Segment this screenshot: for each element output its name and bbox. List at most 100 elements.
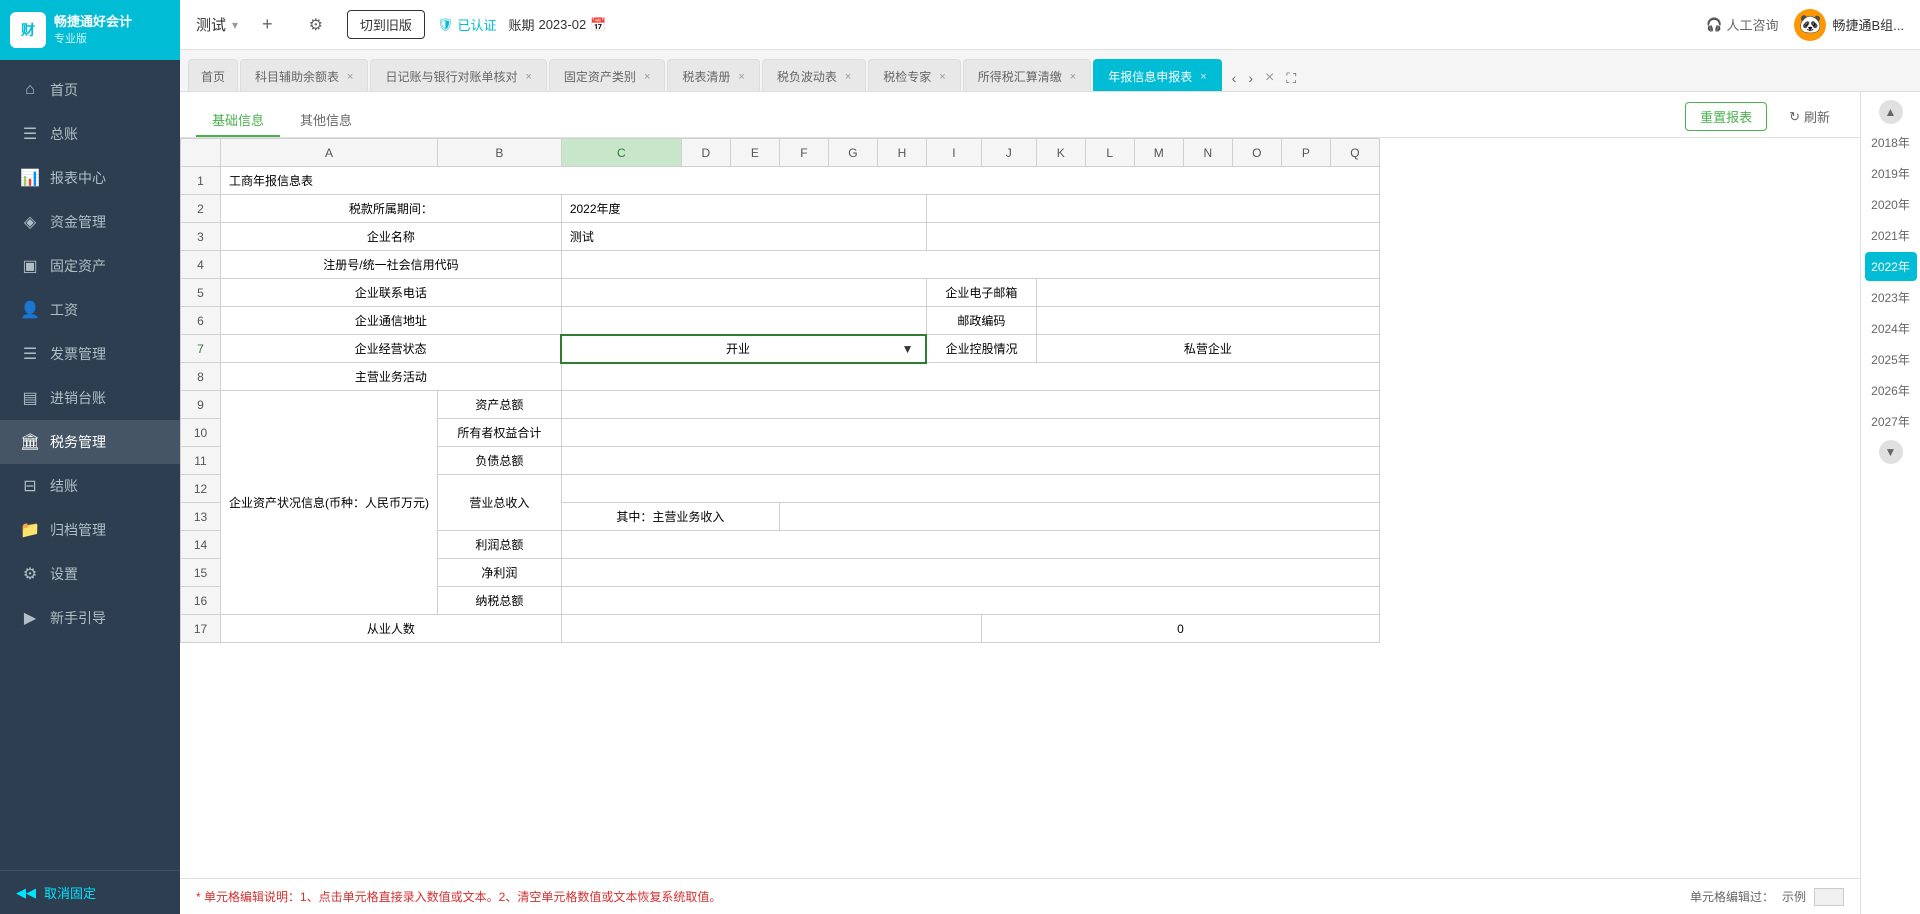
year-2025[interactable]: 2025年: [1865, 345, 1917, 374]
panel-scroll-down[interactable]: ▼: [1879, 440, 1903, 464]
app-name: 畅捷通好会计: [54, 14, 132, 31]
calendar-icon[interactable]: 📅: [590, 17, 606, 33]
dropdown-value: 开业: [574, 340, 901, 357]
tab-taxcheck-close[interactable]: ×: [939, 71, 945, 83]
year-2018[interactable]: 2018年: [1865, 128, 1917, 157]
headset-icon: 🎧: [1706, 17, 1722, 33]
cell-11-value[interactable]: [561, 447, 1379, 475]
sidebar-item-asset[interactable]: ▣ 固定资产: [0, 244, 180, 288]
sidebar-item-invoice[interactable]: ☰ 发票管理: [0, 332, 180, 376]
tab-aux-close[interactable]: ×: [347, 71, 353, 83]
tab-aux[interactable]: 科目辅助余额表 ×: [240, 59, 368, 91]
sidebar-item-inout-label: 进销台账: [50, 388, 106, 408]
subtab-basic[interactable]: 基础信息: [196, 104, 280, 137]
cell-9-value[interactable]: [561, 391, 1379, 419]
cell-10-value[interactable]: [561, 419, 1379, 447]
sidebar-item-tax[interactable]: 🏛 税务管理: [0, 420, 180, 464]
table-row: 2 税款所属期间： 2022年度: [181, 195, 1380, 223]
user-menu[interactable]: 🐼 畅捷通B组...: [1794, 9, 1904, 41]
tab-taxform-close[interactable]: ×: [738, 71, 744, 83]
sidebar-item-settings[interactable]: ⚙ 设置: [0, 552, 180, 596]
tab-taxcheck-label: 税检专家: [883, 68, 931, 85]
dropdown-icon[interactable]: ▾: [232, 18, 238, 32]
table-title[interactable]: 工商年报信息表: [221, 167, 1380, 195]
cell-7-value-right[interactable]: 私营企业: [1036, 335, 1379, 363]
cell-3-empty[interactable]: [926, 223, 1379, 251]
service-button[interactable]: 🎧 人工咨询: [1706, 15, 1778, 34]
cell-15-value[interactable]: [561, 559, 1379, 587]
tab-yearreport-close[interactable]: ×: [1200, 71, 1206, 83]
cell-16-value[interactable]: [561, 587, 1379, 615]
tab-prev-button[interactable]: ‹: [1228, 66, 1241, 90]
cell-6-value-left[interactable]: [561, 307, 926, 335]
tab-asset-close[interactable]: ×: [644, 71, 650, 83]
cell-6-label-right: 邮政编码: [926, 307, 1036, 335]
cell-6-value-right[interactable]: [1036, 307, 1379, 335]
certified-badge: 🛡 已认证: [437, 15, 497, 34]
cell-2-empty[interactable]: [926, 195, 1379, 223]
sidebar-item-wage-label: 工资: [50, 300, 78, 320]
tab-next-button[interactable]: ›: [1244, 66, 1257, 90]
tab-incometax[interactable]: 所得税汇算清缴 ×: [963, 59, 1091, 91]
cell-5-value-right[interactable]: [1036, 279, 1379, 307]
tab-expand-button[interactable]: ⛶: [1282, 66, 1300, 91]
tab-incometax-close[interactable]: ×: [1070, 71, 1076, 83]
cell-5-value-left[interactable]: [561, 279, 926, 307]
year-2026[interactable]: 2026年: [1865, 376, 1917, 405]
sidebar-item-ledger[interactable]: ☰ 总账: [0, 112, 180, 156]
statusbar: * 单元格编辑说明：1、点击单元格直接录入数值或文本。2、清空单元格数值或文本恢…: [180, 878, 1860, 914]
reset-button[interactable]: 重置报表: [1685, 102, 1767, 131]
sidebar-item-ledger-label: 总账: [50, 124, 78, 144]
tab-taxwave[interactable]: 税负波动表 ×: [762, 59, 866, 91]
tab-journal[interactable]: 日记账与银行对账单核对 ×: [370, 59, 546, 91]
sidebar-item-inout[interactable]: ▤ 进销台账: [0, 376, 180, 420]
year-2022[interactable]: 2022年: [1865, 252, 1917, 281]
sheet-table-wrapper[interactable]: A B C D E F G H I J K L M: [180, 138, 1860, 878]
add-button[interactable]: +: [250, 10, 285, 39]
cell-13-value[interactable]: [779, 503, 1379, 531]
tab-asset[interactable]: 固定资产类别 ×: [549, 59, 665, 91]
year-2019[interactable]: 2019年: [1865, 159, 1917, 188]
sidebar-item-settings-label: 设置: [50, 564, 78, 584]
year-2027[interactable]: 2027年: [1865, 407, 1917, 436]
cell-14-value[interactable]: [561, 531, 1379, 559]
table-row: 4 注册号/统一社会信用代码: [181, 251, 1380, 279]
statusbar-right: 单元格编辑过： 示例: [1690, 888, 1844, 906]
tab-taxcheck[interactable]: 税检专家 ×: [868, 59, 960, 91]
year-2020[interactable]: 2020年: [1865, 190, 1917, 219]
sidebar-item-guide[interactable]: ▶ 新手引导: [0, 596, 180, 640]
period-value: 2023-02: [538, 17, 586, 32]
cell-4-value[interactable]: [561, 251, 1379, 279]
sidebar-item-wage[interactable]: 👤 工资: [0, 288, 180, 332]
refresh-button[interactable]: ↻ 刷新: [1775, 103, 1844, 130]
tab-home[interactable]: 首页: [188, 59, 238, 91]
sidebar-item-archive[interactable]: 📁 归档管理: [0, 508, 180, 552]
table-row: 8 主营业务活动: [181, 363, 1380, 391]
sidebar-item-report[interactable]: 📊 报表中心: [0, 156, 180, 200]
cell-17-value-right[interactable]: 0: [981, 615, 1379, 643]
year-2023[interactable]: 2023年: [1865, 283, 1917, 312]
tab-yearreport[interactable]: 年报信息申报表 ×: [1093, 59, 1221, 91]
year-2021[interactable]: 2021年: [1865, 221, 1917, 250]
cell-2-value[interactable]: 2022年度: [561, 195, 926, 223]
sidebar-item-home[interactable]: ⌂ 首页: [0, 68, 180, 112]
tab-close-all-button[interactable]: ×: [1261, 65, 1278, 91]
settings-button[interactable]: ⚙: [297, 11, 335, 39]
tab-taxform[interactable]: 税表清册 ×: [667, 59, 759, 91]
tab-taxwave-close[interactable]: ×: [845, 71, 851, 83]
cell-12-value[interactable]: [561, 475, 1379, 503]
cell-3-value[interactable]: 测试: [561, 223, 926, 251]
subtab-other[interactable]: 其他信息: [284, 104, 368, 137]
cell-17-value-left[interactable]: [561, 615, 981, 643]
tab-journal-close[interactable]: ×: [525, 71, 531, 83]
cell-7-dropdown[interactable]: 开业 ▼: [561, 335, 926, 363]
sidebar-item-fund[interactable]: ◈ 资金管理: [0, 200, 180, 244]
sidebar-item-close[interactable]: ⊟ 结账: [0, 464, 180, 508]
cell-8-value[interactable]: [561, 363, 1379, 391]
year-2024[interactable]: 2024年: [1865, 314, 1917, 343]
old-version-button[interactable]: 切到旧版: [347, 10, 425, 39]
sidebar-item-home-label: 首页: [50, 80, 78, 100]
panel-scroll-up[interactable]: ▲: [1879, 100, 1903, 124]
table-row: 1 工商年报信息表: [181, 167, 1380, 195]
sidebar-unpin[interactable]: ◀◀ 取消固定: [0, 870, 180, 914]
